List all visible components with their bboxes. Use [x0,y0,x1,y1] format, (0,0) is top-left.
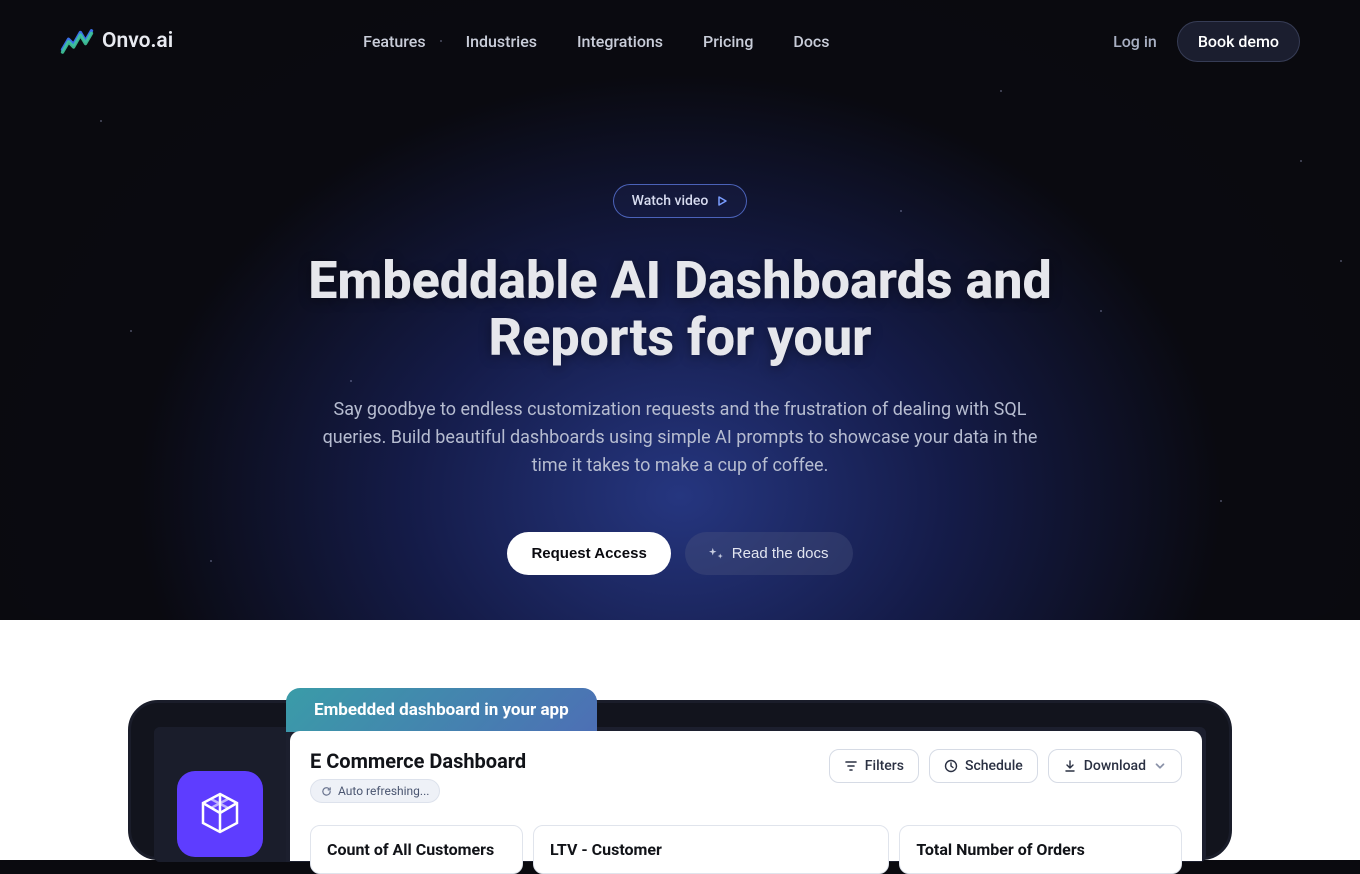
hero-title: Embeddable AI Dashboards and Reports for… [0,252,1360,366]
nav-industries[interactable]: Industries [466,32,537,51]
schedule-label: Schedule [965,758,1023,774]
clock-icon [944,759,958,773]
brand-name: Onvo.ai [102,29,173,53]
your-app-logo [177,771,263,857]
filters-label: Filters [865,758,904,774]
card-title: Count of All Customers [327,840,506,859]
play-icon [716,195,728,207]
nav-links: Features Industries Integrations Pricing… [363,32,829,51]
auto-refresh-badge: Auto refreshing... [310,779,440,803]
cube-icon [195,789,245,839]
read-docs-label: Read the docs [732,545,829,562]
request-access-button[interactable]: Request Access [507,532,670,575]
embed-tab-label: Embedded dashboard in your app [286,688,597,732]
logo-icon [60,27,94,55]
login-link[interactable]: Log in [1113,32,1157,51]
hero-title-line1: Embeddable AI Dashboards and [308,250,1052,311]
dashboard-title: E Commerce Dashboard [310,749,526,773]
filter-icon [844,759,858,773]
hero-title-line2: Reports for your [489,307,872,368]
card-title: Total Number of Orders [916,840,1165,859]
app-sidebar [154,727,286,862]
hero-subtitle: Say goodbye to endless customization req… [310,396,1050,480]
read-docs-button[interactable]: Read the docs [685,532,853,575]
dashboard-title-block: E Commerce Dashboard Auto refreshing... [310,749,526,803]
card-row: Count of All Customers LTV - Customer To… [310,825,1182,874]
dashboard-buttons: Filters Schedule Download [829,749,1182,783]
card-ltv[interactable]: LTV - Customer [533,825,889,874]
brand-logo[interactable]: Onvo.ai [60,27,173,55]
watch-video-label: Watch video [632,193,709,209]
sparkle-icon [709,546,724,561]
watch-video-button[interactable]: Watch video [613,184,748,218]
card-orders[interactable]: Total Number of Orders [899,825,1182,874]
download-label: Download [1084,758,1146,774]
nav-pricing[interactable]: Pricing [703,32,753,51]
book-demo-button[interactable]: Book demo [1177,21,1300,62]
auto-refresh-label: Auto refreshing... [338,784,429,798]
schedule-button[interactable]: Schedule [929,749,1038,783]
nav-integrations[interactable]: Integrations [577,32,663,51]
nav-features[interactable]: Features [363,32,425,51]
top-nav: Onvo.ai Features Industries Integrations… [0,0,1360,64]
card-title: LTV - Customer [550,840,872,859]
nav-right: Log in Book demo [1113,21,1300,62]
dashboard-panel: E Commerce Dashboard Auto refreshing... … [290,731,1202,861]
hero-cta-row: Request Access Read the docs [0,532,1360,575]
card-customers[interactable]: Count of All Customers [310,825,523,874]
download-icon [1063,759,1077,773]
chevron-down-icon [1153,759,1167,773]
nav-docs[interactable]: Docs [793,32,829,51]
download-button[interactable]: Download [1048,749,1182,783]
dashboard-header: E Commerce Dashboard Auto refreshing... … [310,749,1182,803]
filters-button[interactable]: Filters [829,749,919,783]
hero-section: Watch video Embeddable AI Dashboards and… [0,64,1360,575]
refresh-icon [321,786,332,797]
